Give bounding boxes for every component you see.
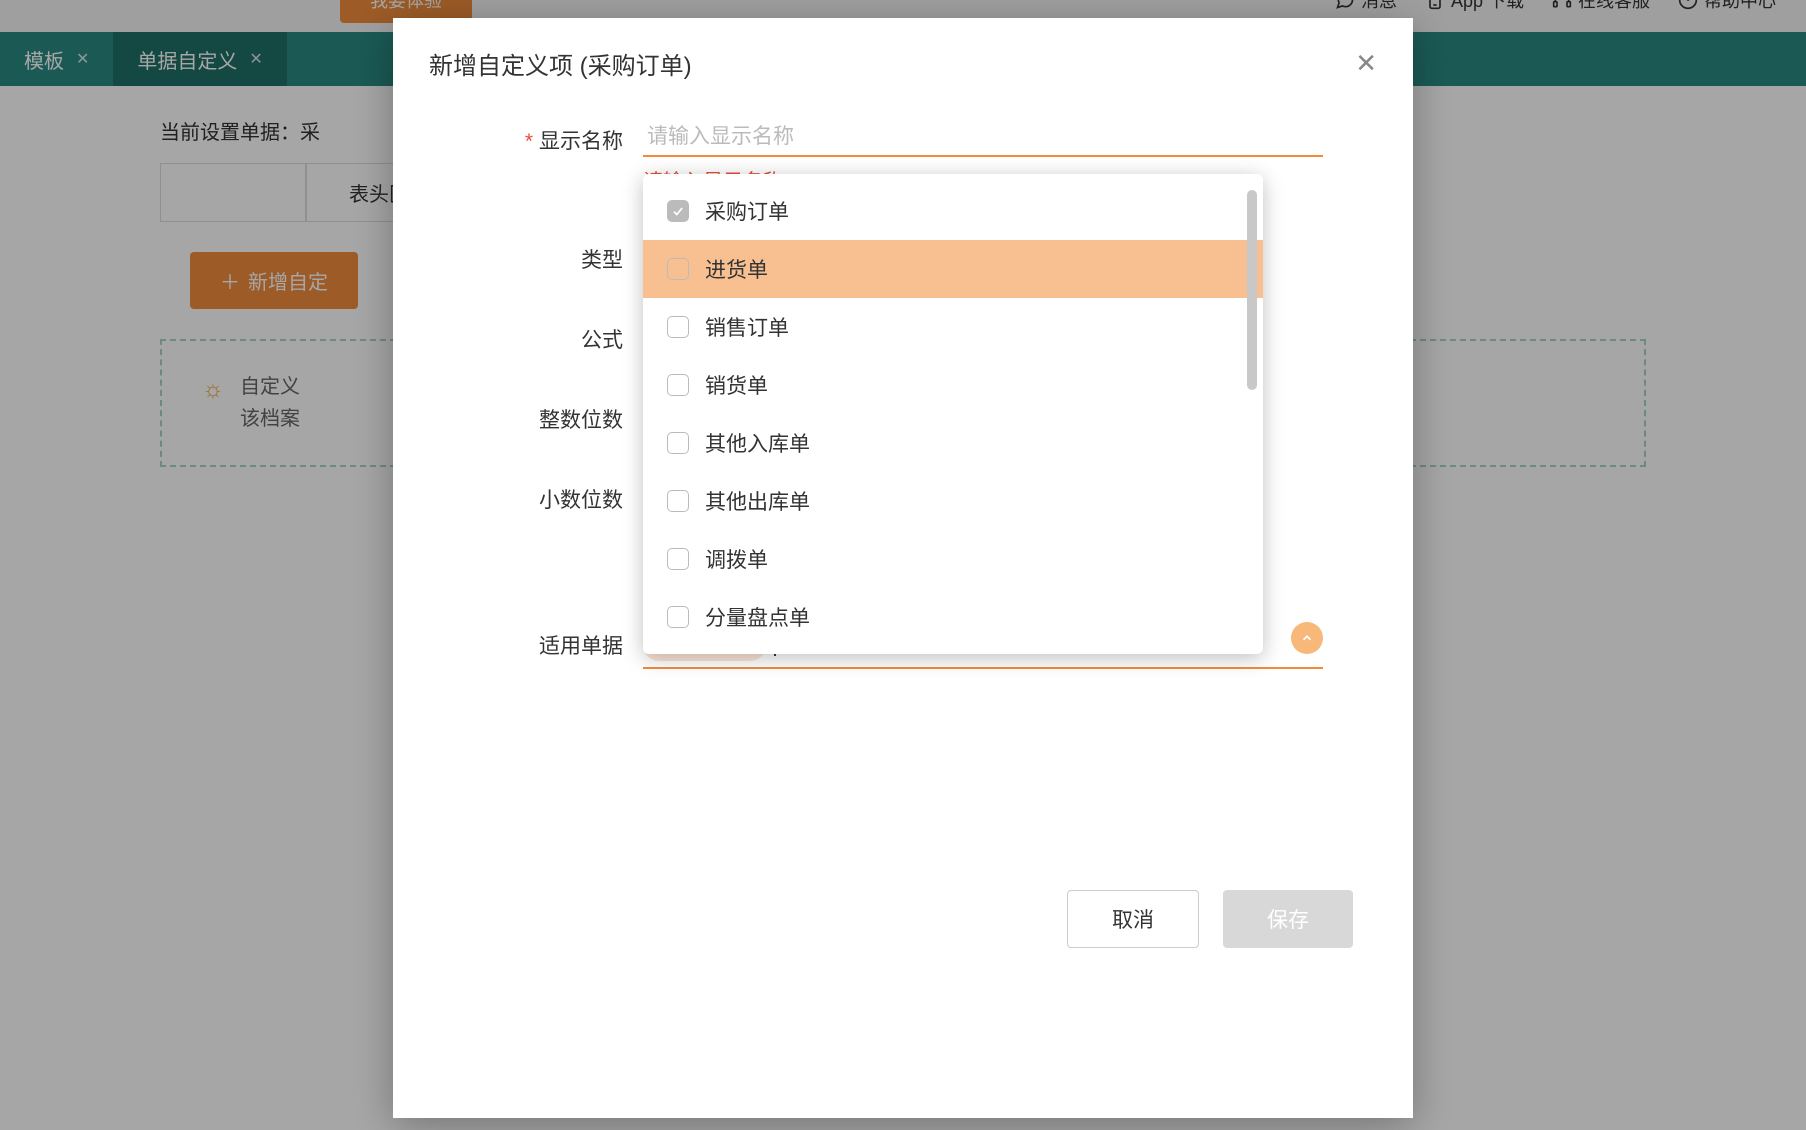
modal-overlay: 新增自定义项 (采购订单) ✕ *显示名称 请输入显示名称 类型 公式 (0, 0, 1806, 1130)
modal-title: 新增自定义项 (采购订单) (429, 46, 692, 81)
dropdown-option[interactable]: 其他入库单 (643, 414, 1263, 472)
modal-close-button[interactable]: ✕ (1355, 48, 1377, 79)
dropdown-option[interactable]: 销售订单 (643, 298, 1263, 356)
checkbox-icon[interactable] (667, 316, 689, 338)
checkbox-icon[interactable] (667, 606, 689, 628)
checkbox-checked-icon[interactable] (667, 200, 689, 222)
label-apply-doc: 适用单据 (539, 635, 623, 658)
dropdown-option[interactable]: 其他出库单 (643, 472, 1263, 530)
checkbox-icon[interactable] (667, 258, 689, 280)
required-mark: * (525, 130, 533, 153)
dropdown-option[interactable]: 调拨单 (643, 530, 1263, 588)
chevron-up-icon (1300, 631, 1314, 645)
checkbox-icon[interactable] (667, 432, 689, 454)
label-name: 显示名称 (539, 130, 623, 153)
scrollbar-thumb[interactable] (1247, 190, 1257, 390)
checkbox-icon[interactable] (667, 548, 689, 570)
dropdown-option[interactable]: 采购订单 (643, 182, 1263, 240)
label-int-digits: 整数位数 (539, 409, 623, 432)
label-type: 类型 (581, 249, 623, 272)
label-formula: 公式 (581, 329, 623, 352)
dropdown-panel: 采购订单 进货单 销售订单 销货单 其他入库单 (643, 174, 1263, 654)
dropdown-option[interactable]: 进货单 (643, 240, 1263, 298)
checkbox-icon[interactable] (667, 374, 689, 396)
dropdown-option[interactable]: 销货单 (643, 356, 1263, 414)
dropdown-option[interactable]: 分量盘点单 (643, 588, 1263, 646)
cancel-button[interactable]: 取消 (1067, 890, 1199, 948)
modal: 新增自定义项 (采购订单) ✕ *显示名称 请输入显示名称 类型 公式 (393, 18, 1413, 1118)
label-dec-digits: 小数位数 (539, 489, 623, 512)
name-input[interactable] (643, 119, 1323, 157)
checkbox-icon[interactable] (667, 490, 689, 512)
save-button[interactable]: 保存 (1223, 890, 1353, 948)
dropdown-toggle-button[interactable] (1291, 622, 1323, 654)
